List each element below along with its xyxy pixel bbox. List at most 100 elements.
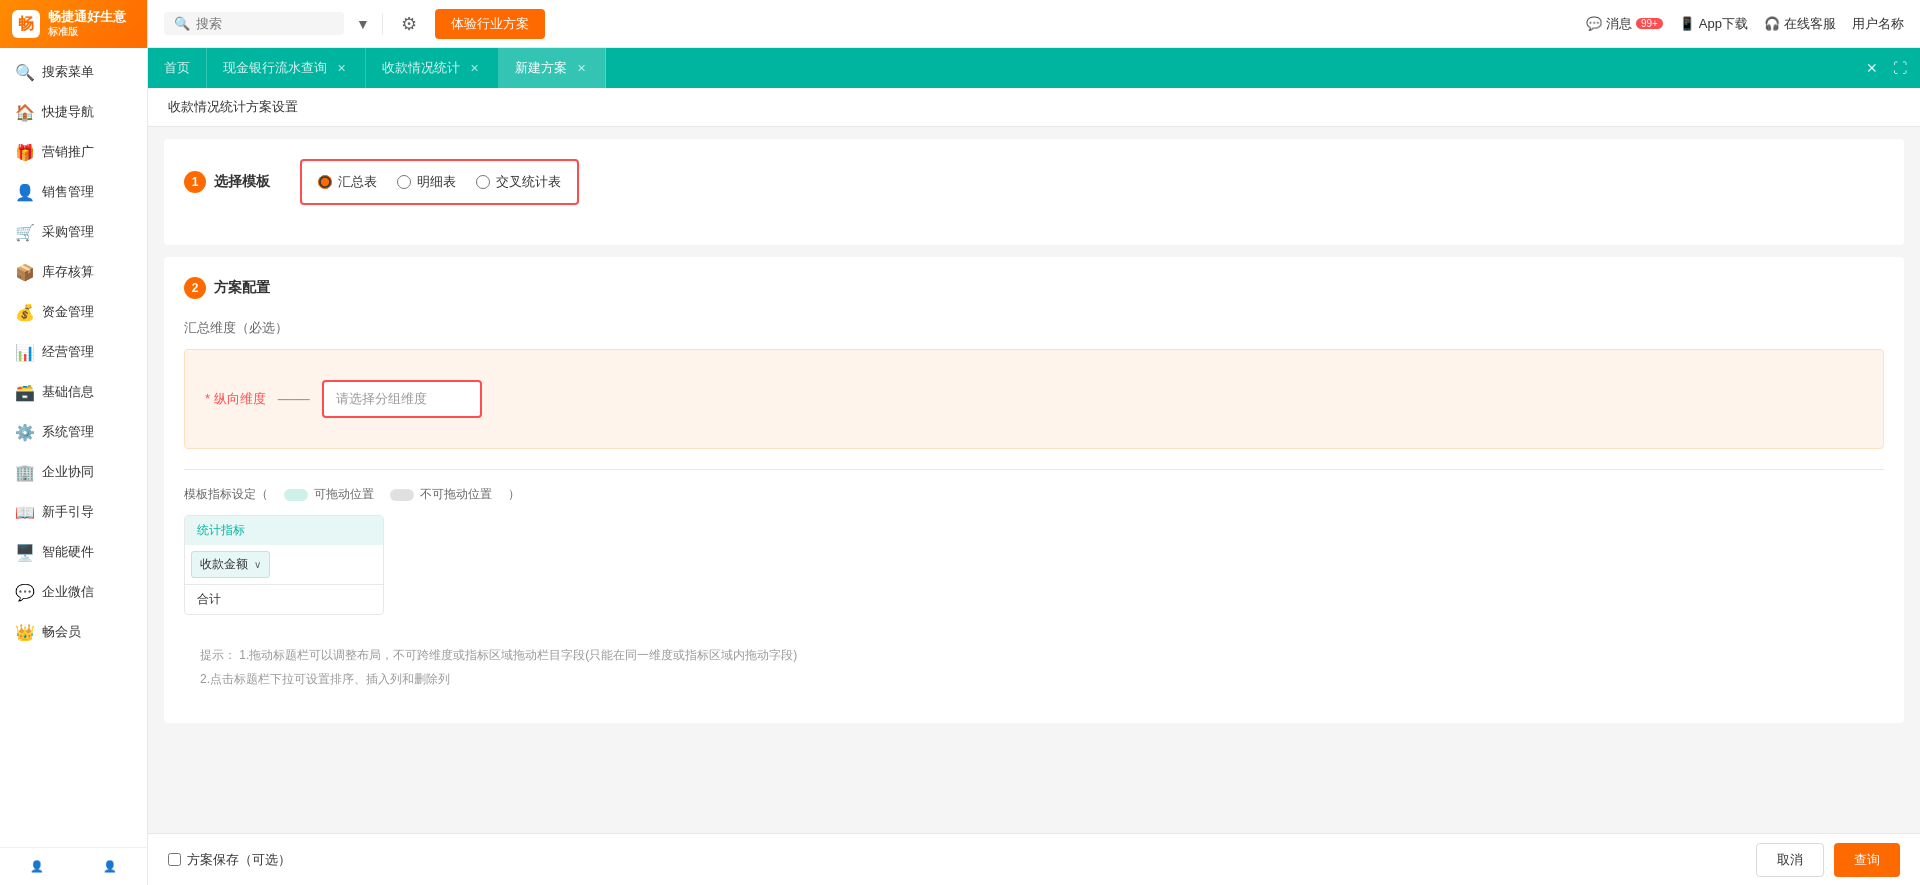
sidebar-item-label: 企业微信	[42, 583, 94, 601]
radio-summary[interactable]: 汇总表	[318, 173, 377, 191]
tab-new-close[interactable]: ✕	[573, 60, 589, 76]
building-icon: 🏢	[16, 463, 34, 481]
content-area: 收款情况统计方案设置 1 选择模板 汇总表	[148, 88, 1920, 885]
main-area: 🔍 ▼ ⚙ 体验行业方案 💬 消息 99+ 📱 App下载 🎧 在线客服 用户名…	[148, 0, 1920, 885]
radio-cross[interactable]: 交叉统计表	[476, 173, 561, 191]
sidebar-item-basicinfo[interactable]: 🗃️ 基础信息	[0, 372, 147, 412]
sidebar-item-label: 采购管理	[42, 223, 94, 241]
search-box[interactable]: 🔍	[164, 12, 344, 35]
sidebar-avatar1[interactable]: 👤	[26, 856, 48, 877]
page-title-bar: 收款情况统计方案设置	[148, 88, 1920, 127]
step1-section: 1 选择模板 汇总表 明细表	[164, 139, 1904, 245]
message-icon: 💬	[1586, 16, 1602, 31]
sidebar-item-sales[interactable]: 👤 销售管理	[0, 172, 147, 212]
template-selector: 汇总表 明细表 交叉统计表	[300, 159, 579, 205]
sidebar-item-purchase[interactable]: 🛒 采购管理	[0, 212, 147, 252]
vertical-dim-label: * 纵向维度	[205, 390, 266, 408]
step2-section: 2 方案配置 汇总维度（必选） * 纵向维度 —— 请选择分组维度	[164, 257, 1904, 723]
topbar: 🔍 ▼ ⚙ 体验行业方案 💬 消息 99+ 📱 App下载 🎧 在线客服 用户名…	[148, 0, 1920, 48]
chat-icon: 💬	[16, 583, 34, 601]
topbar-right: 💬 消息 99+ 📱 App下载 🎧 在线客服 用户名称	[1586, 15, 1904, 33]
monitor-icon: 🖥️	[16, 543, 34, 561]
settings-gear-icon[interactable]: ⚙	[395, 10, 423, 38]
radio-summary-input[interactable]	[318, 175, 332, 189]
sidebar-item-label: 库存核算	[42, 263, 94, 281]
query-button[interactable]: 查询	[1834, 843, 1900, 877]
radio-detail-input[interactable]	[397, 175, 411, 189]
radio-cross-input[interactable]	[476, 175, 490, 189]
stats-header: 统计指标	[185, 516, 383, 545]
search-icon-topbar: 🔍	[174, 16, 190, 31]
step2-row: 2 方案配置	[184, 277, 1884, 299]
money-icon: 💰	[16, 303, 34, 321]
tab-bank-label: 现金银行流水查询	[223, 59, 327, 77]
tip-1: 提示： 1.拖动标题栏可以调整布局，不可跨维度或指标区域拖动栏目字段(只能在同一…	[200, 643, 1868, 667]
headset-icon: 🎧	[1764, 16, 1780, 31]
sidebar-item-guide[interactable]: 📖 新手引导	[0, 492, 147, 532]
stats-tag-amount[interactable]: 收款金额 ∨	[191, 551, 270, 578]
app-download-item[interactable]: 📱 App下载	[1679, 15, 1748, 33]
save-checkbox-label[interactable]: 方案保存（可选）	[168, 851, 291, 869]
sidebar-avatar2[interactable]: 👤	[99, 856, 121, 877]
search-input[interactable]	[196, 16, 316, 31]
stats-total: 合计	[185, 584, 383, 614]
tab-stats-close[interactable]: ✕	[466, 60, 482, 76]
tab-stats[interactable]: 收款情况统计 ✕	[366, 48, 499, 88]
home-icon: 🏠	[16, 103, 34, 121]
tab-fullscreen-button[interactable]: ⛶	[1888, 56, 1912, 80]
save-checkbox-input[interactable]	[168, 853, 181, 866]
close-paren: ）	[508, 486, 520, 503]
dropdown-icon[interactable]: ▼	[356, 16, 370, 32]
sidebar-menu: 🔍 搜索菜单 🏠 快捷导航 🎁 营销推广 👤 销售管理 🛒 采购管理 📦 库存核…	[0, 48, 147, 847]
tab-close-all-button[interactable]: ✕	[1860, 56, 1884, 80]
sidebar-bottom: 👤 👤	[0, 847, 147, 885]
tab-new-label: 新建方案	[515, 59, 567, 77]
sidebar: 畅 畅捷通好生意 标准版 🔍 搜索菜单 🏠 快捷导航 🎁 营销推广 👤 销售管理…	[0, 0, 148, 885]
sidebar-item-label: 营销推广	[42, 143, 94, 161]
tab-new[interactable]: 新建方案 ✕	[499, 48, 606, 88]
book-icon: 📖	[16, 503, 34, 521]
cancel-button[interactable]: 取消	[1756, 843, 1824, 877]
sidebar-item-wechat[interactable]: 💬 企业微信	[0, 572, 147, 612]
sidebar-item-enterprise[interactable]: 🏢 企业协同	[0, 452, 147, 492]
tab-bank[interactable]: 现金银行流水查询 ✕	[207, 48, 366, 88]
radio-cross-label: 交叉统计表	[496, 173, 561, 191]
tab-home[interactable]: 首页	[148, 48, 207, 88]
step2-title: 方案配置	[214, 279, 270, 297]
radio-group: 汇总表 明细表 交叉统计表	[318, 173, 561, 191]
avatar-icon: 👤	[30, 860, 44, 873]
gear-icon: ⚙️	[16, 423, 34, 441]
username-item[interactable]: 用户名称	[1852, 15, 1904, 33]
sidebar-item-hardware[interactable]: 🖥️ 智能硬件	[0, 532, 147, 572]
stats-area: 统计指标 收款金额 ∨ 合计	[184, 515, 384, 615]
box-icon: 📦	[16, 263, 34, 281]
sidebar-item-search[interactable]: 🔍 搜索菜单	[0, 52, 147, 92]
arrow-icon: ——	[278, 390, 310, 408]
dimension-row: * 纵向维度 —— 请选择分组维度	[205, 380, 482, 418]
sidebar-item-label: 基础信息	[42, 383, 94, 401]
sidebar-item-finance[interactable]: 💰 资金管理	[0, 292, 147, 332]
sidebar-item-member[interactable]: 👑 畅会员	[0, 612, 147, 652]
tab-home-label: 首页	[164, 59, 190, 77]
sidebar-item-operations[interactable]: 📊 经营管理	[0, 332, 147, 372]
dimension-section-title: 汇总维度（必选）	[184, 319, 1884, 337]
database-icon: 🗃️	[16, 383, 34, 401]
dimension-select[interactable]: 请选择分组维度	[322, 380, 482, 418]
industry-solution-button[interactable]: 体验行业方案	[435, 9, 545, 39]
online-support-item[interactable]: 🎧 在线客服	[1764, 15, 1836, 33]
sidebar-item-quicknav[interactable]: 🏠 快捷导航	[0, 92, 147, 132]
sidebar-item-system[interactable]: ⚙️ 系统管理	[0, 412, 147, 452]
sidebar-item-inventory[interactable]: 📦 库存核算	[0, 252, 147, 292]
step1-row: 1 选择模板 汇总表 明细表	[184, 159, 1884, 205]
footer-bar: 方案保存（可选） 取消 查询	[148, 833, 1920, 885]
tab-bank-close[interactable]: ✕	[333, 60, 349, 76]
sidebar-item-label: 畅会员	[42, 623, 81, 641]
crown-icon: 👑	[16, 623, 34, 641]
message-badge: 99+	[1636, 18, 1663, 29]
message-item[interactable]: 💬 消息 99+	[1586, 15, 1663, 33]
radio-detail[interactable]: 明细表	[397, 173, 456, 191]
stats-tag-dropdown-icon[interactable]: ∨	[254, 559, 261, 570]
sidebar-item-label: 快捷导航	[42, 103, 94, 121]
sidebar-item-label: 智能硬件	[42, 543, 94, 561]
sidebar-item-marketing[interactable]: 🎁 营销推广	[0, 132, 147, 172]
